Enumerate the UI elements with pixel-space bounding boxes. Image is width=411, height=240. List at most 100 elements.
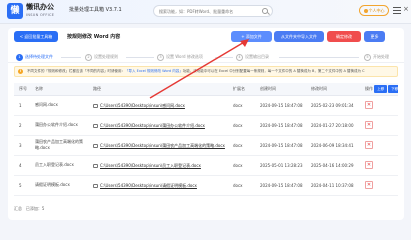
delete-icon[interactable]: ✕ (365, 161, 373, 169)
step-number: 5 (364, 53, 371, 61)
row-index: 5 (14, 175, 30, 196)
file-extension: docx (228, 95, 255, 116)
app-logo: 懒 (7, 3, 23, 19)
step-number: 3 (157, 53, 164, 61)
file-path-link[interactable]: C:\Users\54390\Desktop\insun\蒲田农产品加工高端化的… (100, 143, 225, 148)
move-up-button[interactable]: 上移 (374, 84, 388, 93)
notice-bar: ! 不同文件的「规则和修改」栏都应该「不同的内容」时请使用：「导入 Excel … (14, 66, 398, 77)
step-label: 设置处理规则 (94, 54, 118, 59)
column-header[interactable]: 名称 (30, 83, 88, 96)
notice-text-tail: 功能，该功能中可以在 Excel 中分别配置每一条规则，每一个文件中的 A 替换… (182, 69, 365, 73)
summary-footer: 汇总 已添加：5 (14, 206, 44, 212)
app-title: 批量处理工具箱 V3.7.1 (69, 7, 122, 13)
menu-icon[interactable] (393, 7, 401, 14)
delete-icon[interactable]: ✕ (365, 121, 373, 129)
file-extension: docx (228, 135, 255, 156)
row-index: 3 (14, 135, 30, 156)
file-path-cell: C:\Users\54390\Desktop\insun\蒲田办公软件介绍.do… (88, 115, 228, 136)
file-path-link[interactable]: C:\Users\54390\Desktop\insun\感问网.docx (100, 103, 185, 108)
column-header[interactable]: 路径 (88, 83, 228, 96)
column-header[interactable]: 扩展名 (228, 83, 255, 96)
brand-subtitle: INSUN OFFICE (26, 13, 55, 17)
folder-icon[interactable] (93, 123, 98, 128)
created-time: 2025-05-01 13:28:23 (255, 155, 306, 176)
move-down-button[interactable]: 下移 (388, 84, 398, 93)
file-table: 序号 名称 路径 扩展名 创建时间 修改时间 操作 上移 下移 1 感问网.doc… (14, 83, 398, 196)
table-row[interactable]: 5 请假证明模板.docx C:\Users\54390\Desktop\ins… (14, 175, 398, 196)
modified-time: 2025-04-16 14:00:29 (306, 155, 360, 176)
row-index: 1 (14, 95, 30, 116)
column-header[interactable]: 序号 (14, 83, 30, 96)
step-2[interactable]: 2 设置处理规则 (85, 52, 118, 61)
row-index: 2 (14, 115, 30, 136)
close-icon[interactable]: × (403, 5, 409, 13)
file-path-link[interactable]: C:\Users\54390\Desktop\insun\请假证明模板.docx (100, 183, 197, 188)
file-path-link[interactable]: C:\Users\54390\Desktop\insun\员工入职登记表.doc… (100, 163, 201, 168)
step-number: 2 (85, 53, 92, 61)
modified-time: 2024-06-09 18:34:41 (306, 135, 360, 156)
step-label: 选择待处理文件 (25, 54, 53, 59)
title-bar: 懒 懒讯办公 INSUN OFFICE 批量处理工具箱 V3.7.1 个人中心 … (0, 0, 411, 24)
column-header-actions: 操作 上移 下移 (360, 83, 398, 96)
file-name: 蒲田办公软件介绍.docx (30, 115, 88, 136)
step-5[interactable]: 5 开始处理 (364, 52, 389, 61)
row-actions: ✕ (360, 95, 398, 116)
step-connector (279, 57, 359, 58)
created-time: 2024-09-15 18:47:08 (255, 115, 306, 136)
import-folder-button[interactable]: 从文件夹中导入文件 (274, 31, 324, 42)
column-header[interactable]: 修改时间 (306, 83, 360, 96)
folder-icon[interactable] (93, 183, 98, 188)
file-name: 请假证明模板.docx (30, 175, 88, 196)
delete-icon[interactable]: ✕ (365, 141, 373, 149)
table-row[interactable]: 4 员工入职登记表.docx C:\Users\54390\Desktop\in… (14, 155, 398, 176)
user-icon (363, 9, 368, 13)
file-extension: docx (228, 155, 255, 176)
modified-time: 2024-04-11 10:37:08 (306, 175, 360, 196)
step-4[interactable]: 4 设置输出目录 (236, 52, 269, 61)
row-index: 4 (14, 155, 30, 176)
search-input[interactable] (159, 7, 259, 16)
search-box[interactable] (153, 5, 273, 17)
file-path-link[interactable]: C:\Users\54390\Desktop\insun\蒲田办公软件介绍.do… (100, 123, 205, 128)
step-label: 设置输出目录 (245, 54, 269, 59)
folder-icon[interactable] (93, 163, 98, 168)
row-actions: ✕ (360, 155, 398, 176)
row-actions: ✕ (360, 135, 398, 156)
step-3[interactable]: 3 设置 Word 修改选项 (157, 52, 203, 61)
table-row[interactable]: 1 感问网.docx C:\Users\54390\Desktop\insun\… (14, 95, 398, 116)
more-button[interactable]: 更多 (364, 31, 385, 42)
step-indicator: 1 选择待处理文件 2 设置处理规则 3 设置 Word 修改选项 4 设置输出目录 5… (8, 49, 404, 63)
file-count: 已添加：5 (25, 206, 45, 211)
file-name: 员工入职登记表.docx (30, 155, 88, 176)
file-path-cell: C:\Users\54390\Desktop\insun\员工入职登记表.doc… (88, 155, 228, 176)
step-label: 设置 Word 修改选项 (166, 54, 203, 59)
column-header[interactable]: 创建时间 (255, 83, 306, 96)
file-name: 感问网.docx (30, 95, 88, 116)
back-button[interactable]: < 返回批量工具箱 (14, 31, 58, 42)
table-row[interactable]: 3 蒲田农产品加工高端化的策略.docx C:\Users\54390\Desk… (14, 135, 398, 156)
file-path-cell: C:\Users\54390\Desktop\insun\请假证明模板.docx (88, 175, 228, 196)
delete-icon[interactable]: ✕ (365, 181, 373, 189)
row-actions: ✕ (360, 175, 398, 196)
step-number: 1 (16, 53, 23, 61)
notice-link[interactable]: 「导入 Excel 规则修改 Word 内容」 (125, 69, 183, 73)
file-extension: docx (228, 115, 255, 136)
created-time: 2024-09-15 18:47:08 (255, 175, 306, 196)
delete-icon[interactable]: ✕ (365, 101, 373, 109)
user-center-label: 个人中心 (368, 8, 385, 13)
confirm-button[interactable]: 确定修改 (327, 31, 361, 42)
step-label: 开始处理 (373, 54, 389, 59)
table-row[interactable]: 2 蒲田办公软件介绍.docx C:\Users\54390\Desktop\i… (14, 115, 398, 136)
add-file-button[interactable]: + 添加文件 (231, 31, 272, 42)
row-actions: ✕ (360, 115, 398, 136)
search-icon[interactable] (262, 8, 268, 14)
user-center-button[interactable]: 个人中心 (359, 5, 389, 16)
file-name: 蒲田农产品加工高端化的策略.docx (30, 135, 88, 156)
created-time: 2024-09-15 18:47:08 (255, 135, 306, 156)
summary-label: 汇总 (14, 206, 22, 211)
folder-icon[interactable] (93, 143, 98, 148)
folder-icon[interactable] (93, 103, 98, 108)
step-1[interactable]: 1 选择待处理文件 (16, 52, 53, 61)
file-extension: docx (228, 175, 255, 196)
warning-icon: ! (18, 69, 23, 74)
